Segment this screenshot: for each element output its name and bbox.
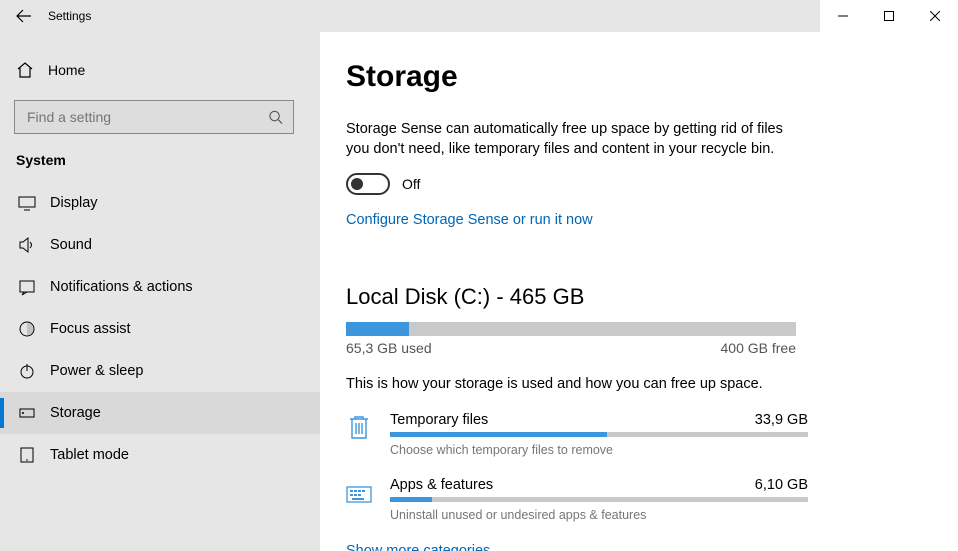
home-nav[interactable]: Home: [0, 50, 320, 90]
notifications-icon: [18, 278, 36, 296]
category-temporary-files[interactable]: Temporary files 33,9 GB Choose which tem…: [346, 412, 808, 457]
trash-icon: [346, 414, 372, 440]
arrow-left-icon: [16, 8, 32, 24]
sidebar-item-tablet-mode[interactable]: Tablet mode: [0, 434, 320, 476]
usage-description: This is how your storage is used and how…: [346, 376, 932, 392]
apps-icon: [346, 479, 372, 505]
power-icon: [18, 362, 36, 380]
disk-used-label: 65,3 GB used: [346, 340, 432, 356]
title-bar: Settings: [0, 0, 958, 32]
show-more-link[interactable]: Show more categories: [346, 543, 490, 551]
category-bar: [390, 497, 808, 502]
display-icon: [18, 194, 36, 212]
sidebar: Home System Display Sound Notificati: [0, 32, 320, 551]
disk-free-label: 400 GB free: [721, 340, 797, 356]
sidebar-item-power-sleep[interactable]: Power & sleep: [0, 350, 320, 392]
maximize-button[interactable]: [866, 0, 912, 32]
sidebar-item-label: Display: [50, 195, 98, 211]
toggle-state-label: Off: [402, 176, 420, 192]
sidebar-item-storage[interactable]: Storage: [0, 392, 320, 434]
tablet-icon: [18, 446, 36, 464]
section-label: System: [0, 146, 320, 182]
window-title: Settings: [48, 9, 91, 23]
search-field[interactable]: [25, 108, 268, 126]
category-size: 6,10 GB: [755, 477, 808, 493]
disk-usage-bar: [346, 322, 796, 336]
maximize-icon: [884, 11, 894, 21]
disk-title: Local Disk (C:) - 465 GB: [346, 284, 932, 310]
home-icon: [16, 61, 34, 79]
sidebar-item-label: Tablet mode: [50, 447, 129, 463]
sidebar-item-sound[interactable]: Sound: [0, 224, 320, 266]
category-subtext: Choose which temporary files to remove: [390, 443, 808, 457]
close-button[interactable]: [912, 0, 958, 32]
storage-sense-description: Storage Sense can automatically free up …: [346, 120, 786, 159]
home-label: Home: [48, 62, 85, 78]
category-subtext: Uninstall unused or undesired apps & fea…: [390, 508, 808, 522]
storage-icon: [18, 404, 36, 422]
focus-assist-icon: [18, 320, 36, 338]
category-bar: [390, 432, 808, 437]
configure-link[interactable]: Configure Storage Sense or run it now: [346, 212, 593, 228]
sidebar-item-label: Focus assist: [50, 321, 131, 337]
category-bar-fill: [390, 497, 432, 502]
close-icon: [930, 11, 940, 21]
toggle-knob: [351, 178, 363, 190]
minimize-button[interactable]: [820, 0, 866, 32]
sidebar-item-label: Power & sleep: [50, 363, 144, 379]
category-name: Temporary files: [390, 412, 488, 428]
search-icon: [268, 109, 283, 125]
main-content: Storage Storage Sense can automatically …: [320, 32, 958, 551]
disk-labels: 65,3 GB used 400 GB free: [346, 340, 796, 356]
disk-usage-fill: [346, 322, 409, 336]
sidebar-item-display[interactable]: Display: [0, 182, 320, 224]
page-title: Storage: [346, 60, 932, 94]
category-size: 33,9 GB: [755, 412, 808, 428]
category-apps-features[interactable]: Apps & features 6,10 GB Uninstall unused…: [346, 477, 808, 522]
back-button[interactable]: [0, 0, 48, 32]
sidebar-item-focus-assist[interactable]: Focus assist: [0, 308, 320, 350]
category-name: Apps & features: [390, 477, 493, 493]
sidebar-item-label: Sound: [50, 237, 92, 253]
storage-sense-toggle[interactable]: [346, 173, 390, 195]
sound-icon: [18, 236, 36, 254]
search-input[interactable]: [14, 100, 294, 134]
sidebar-item-label: Notifications & actions: [50, 279, 193, 295]
category-bar-fill: [390, 432, 607, 437]
sidebar-item-label: Storage: [50, 405, 101, 421]
sidebar-item-notifications[interactable]: Notifications & actions: [0, 266, 320, 308]
minimize-icon: [838, 11, 848, 21]
